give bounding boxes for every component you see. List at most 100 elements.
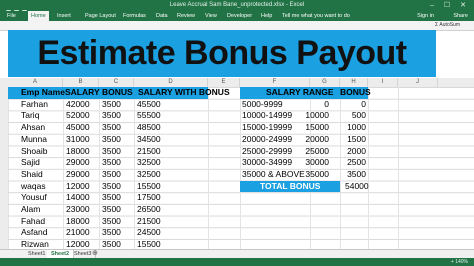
tab-home[interactable]: Home xyxy=(28,11,49,21)
row-number[interactable] xyxy=(0,87,8,99)
tab-help[interactable]: Help xyxy=(258,11,275,21)
employee-cell[interactable]: Yousuf xyxy=(21,192,47,204)
employee-cell[interactable]: Asfand xyxy=(21,227,47,239)
employee-cell[interactable]: 12000 xyxy=(66,239,94,249)
bonus-range-cell[interactable]: 15000 xyxy=(301,122,329,134)
worksheet-grid[interactable]: Emp Name SALARY BONUS SALARY WITH BONUS … xyxy=(8,87,474,249)
employee-cell[interactable]: 45500 xyxy=(137,99,197,111)
employee-cell[interactable]: Shaid xyxy=(21,169,43,181)
tab-formulas[interactable]: Formulas xyxy=(120,11,149,21)
tab-page-layout[interactable]: Page Layout xyxy=(82,11,119,21)
column-header-g[interactable]: G xyxy=(310,78,340,87)
row-number[interactable] xyxy=(0,157,8,169)
employee-cell[interactable]: 48500 xyxy=(137,122,197,134)
employee-cell[interactable]: waqas xyxy=(21,181,46,193)
employee-cell[interactable]: 55500 xyxy=(137,110,197,122)
employee-cell[interactable]: 3500 xyxy=(102,122,125,134)
total-bonus-label[interactable]: TOTAL BONUS xyxy=(260,181,320,193)
employee-cell[interactable]: 15500 xyxy=(137,239,197,249)
row-number[interactable] xyxy=(0,204,8,216)
bonus-range-cell[interactable]: 5000-9999 xyxy=(242,99,283,111)
employee-cell[interactable]: 3500 xyxy=(102,216,125,228)
bonus-range-cell[interactable]: 3500 xyxy=(338,169,366,181)
column-header-e[interactable]: E xyxy=(208,78,240,87)
bonus-range-cell[interactable]: 1000 xyxy=(338,122,366,134)
sign-in-link[interactable]: Sign in xyxy=(417,12,434,21)
employee-cell[interactable]: Ahsan xyxy=(21,122,45,134)
employee-cell[interactable]: 42000 xyxy=(66,99,94,111)
add-sheet-icon[interactable]: ⊕ xyxy=(92,250,98,258)
row-number[interactable] xyxy=(0,110,8,122)
bonus-range-cell[interactable]: 20000-24999 xyxy=(242,134,292,146)
header-bonus-range[interactable]: BONUS xyxy=(340,87,371,99)
bonus-range-cell[interactable]: 0 xyxy=(301,99,329,111)
employee-cell[interactable]: 3500 xyxy=(102,134,125,146)
column-header-h[interactable]: H xyxy=(340,78,368,87)
employee-cell[interactable]: Tariq xyxy=(21,110,39,122)
column-header-c[interactable]: C xyxy=(99,78,134,87)
employee-cell[interactable]: Fahad xyxy=(21,216,45,228)
employee-cell[interactable]: 3500 xyxy=(102,181,125,193)
employee-cell[interactable]: 3500 xyxy=(102,227,125,239)
bonus-range-cell[interactable]: 20000 xyxy=(301,134,329,146)
header-bonus[interactable]: BONUS xyxy=(102,87,133,99)
row-number[interactable] xyxy=(0,216,8,228)
bonus-range-cell[interactable]: 15000-19999 xyxy=(242,122,292,134)
employee-cell[interactable]: 3500 xyxy=(102,99,125,111)
row-number[interactable] xyxy=(0,169,8,181)
tab-developer[interactable]: Developer xyxy=(224,11,255,21)
bonus-range-cell[interactable]: 0 xyxy=(338,99,366,111)
column-header-d[interactable]: D xyxy=(134,78,208,87)
employee-cell[interactable]: 12000 xyxy=(66,181,94,193)
total-bonus-value[interactable]: 54000 xyxy=(345,181,369,193)
employee-cell[interactable]: 15500 xyxy=(137,181,197,193)
bonus-range-cell[interactable]: 25000-29999 xyxy=(242,146,292,158)
employee-cell[interactable]: 24500 xyxy=(137,227,197,239)
bonus-range-cell[interactable]: 30000 xyxy=(301,157,329,169)
row-number[interactable] xyxy=(0,181,8,193)
employee-cell[interactable]: 3500 xyxy=(102,204,125,216)
share-button[interactable]: Share xyxy=(453,12,468,21)
employee-cell[interactable]: 3500 xyxy=(102,157,125,169)
header-salary-with-bonus[interactable]: SALARY WITH BONUS xyxy=(138,87,230,99)
tab-view[interactable]: View xyxy=(202,11,220,21)
employee-cell[interactable]: Alam xyxy=(21,204,40,216)
column-header-b[interactable]: B xyxy=(63,78,99,87)
tell-me-search[interactable]: Tell me what you want to do xyxy=(282,12,350,21)
employee-cell[interactable]: 34500 xyxy=(137,134,197,146)
employee-cell[interactable]: 17500 xyxy=(137,192,197,204)
employee-cell[interactable]: 31000 xyxy=(66,134,94,146)
employee-cell[interactable]: 29000 xyxy=(66,169,94,181)
employee-cell[interactable]: Shoaib xyxy=(21,146,47,158)
header-emp-name[interactable]: Emp Name xyxy=(21,87,65,99)
window-controls[interactable]: – ☐ ✕ xyxy=(430,1,470,10)
bonus-range-cell[interactable]: 10000 xyxy=(301,110,329,122)
employee-cell[interactable]: 21000 xyxy=(66,227,94,239)
employee-cell[interactable]: 3500 xyxy=(102,169,125,181)
employee-cell[interactable]: 21500 xyxy=(137,216,197,228)
row-number[interactable] xyxy=(0,146,8,158)
employee-cell[interactable]: 14000 xyxy=(66,192,94,204)
employee-cell[interactable]: 3500 xyxy=(102,239,125,249)
column-header-a[interactable]: A xyxy=(8,78,63,87)
employee-cell[interactable]: 26500 xyxy=(137,204,197,216)
row-number[interactable] xyxy=(0,134,8,146)
employee-cell[interactable]: 23000 xyxy=(66,204,94,216)
employee-cell[interactable]: 3500 xyxy=(102,192,125,204)
zoom-level[interactable]: + 140% xyxy=(451,258,468,266)
employee-cell[interactable]: 18000 xyxy=(66,146,94,158)
row-number[interactable] xyxy=(0,227,8,239)
tab-review[interactable]: Review xyxy=(174,11,198,21)
bonus-range-cell[interactable]: 35000 xyxy=(301,169,329,181)
row-number[interactable] xyxy=(0,192,8,204)
employee-cell[interactable]: 32500 xyxy=(137,157,197,169)
bonus-range-cell[interactable]: 2000 xyxy=(338,146,366,158)
column-header-j[interactable]: J xyxy=(398,78,438,87)
header-salary[interactable]: SALARY xyxy=(65,87,100,99)
autosum-button[interactable]: Σ AutoSum xyxy=(435,21,460,30)
tab-data[interactable]: Data xyxy=(153,11,171,21)
employee-cell[interactable]: 45000 xyxy=(66,122,94,134)
tab-insert[interactable]: Insert xyxy=(54,11,74,21)
bonus-range-cell[interactable]: 35000 & ABOVE xyxy=(242,169,305,181)
employee-cell[interactable]: Farhan xyxy=(21,99,48,111)
